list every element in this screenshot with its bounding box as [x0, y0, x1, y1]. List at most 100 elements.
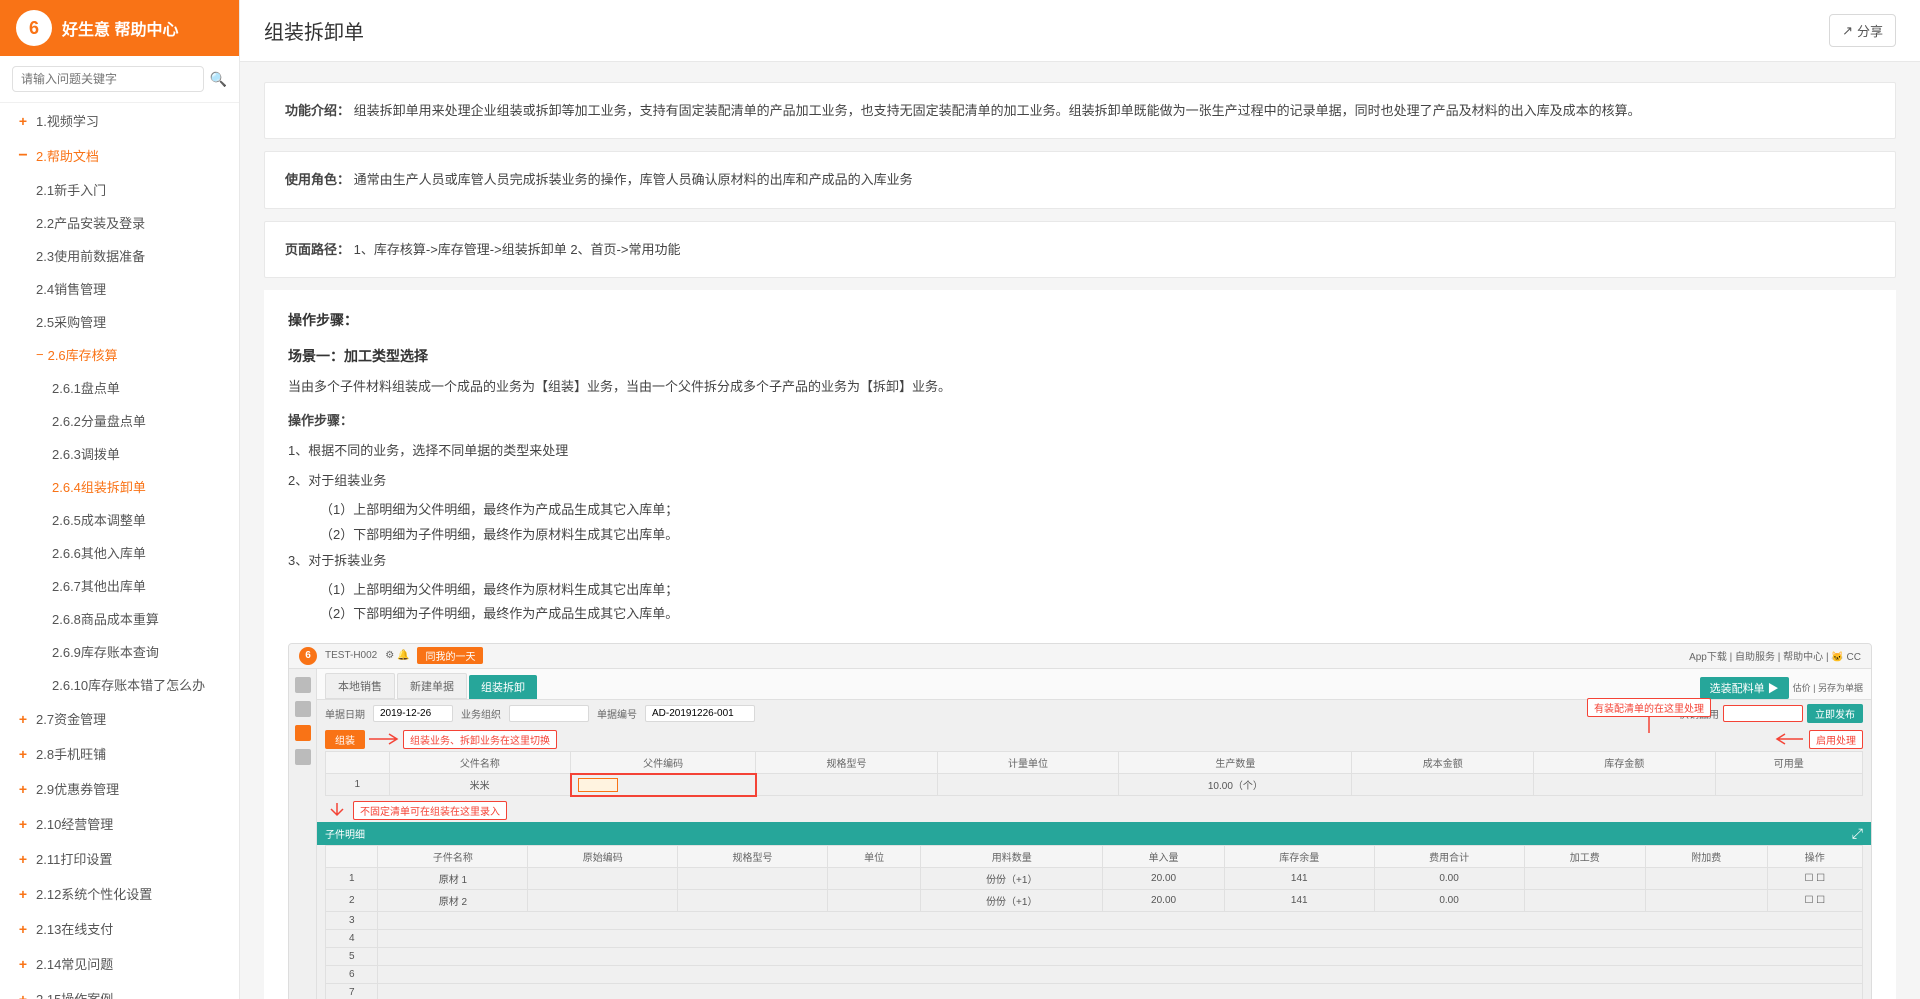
mock-input-org[interactable] — [509, 705, 589, 722]
mock-expand-icon: ⤢ — [1852, 825, 1863, 842]
mock-label-org: 业务组织 — [461, 706, 501, 721]
mock-ctd-empty6 — [378, 965, 1863, 983]
mock-child-row-1: 1 原材 1 份份（+1） 20.00 141 0.00 — [326, 867, 1863, 889]
sidebar-item-211[interactable]: + 2.11打印设置 — [0, 841, 239, 876]
mock-ctd-stockrem2: 141 — [1224, 889, 1374, 911]
sidebar-item-docs[interactable]: − 2.帮助文档 — [0, 138, 239, 173]
mock-child-table: 子件名称 原始编码 规格型号 单位 用料数量 单入量 库存余量 费用合计 加工费 — [325, 845, 1863, 999]
mock-child-label: 子件明细 — [325, 826, 365, 841]
mock-ctd-single2: 20.00 — [1103, 889, 1225, 911]
sidebar-item-264[interactable]: 2.6.4组装拆卸单 — [0, 470, 239, 503]
mock-th-0 — [326, 751, 390, 774]
func-intro-label: 功能介绍： — [285, 103, 350, 118]
arrow-svg-2 — [1775, 732, 1805, 746]
func-intro-text: 组装拆卸单用来处理企业组装或拆卸等加工业务，支持有固定装配清单的产品加工业务，也… — [354, 103, 1641, 118]
sidebar-item-28[interactable]: + 2.8手机旺铺 — [0, 736, 239, 771]
mock-ctd-useqty1: 份份（+1） — [921, 867, 1103, 889]
mock-code-highlight — [578, 778, 618, 792]
mock-ctd-idx5: 5 — [326, 947, 378, 965]
mock-topbar: 6 TEST-H002 ⚙ 🔔 同我的一天 App下载 | 自助服务 | 帮助中… — [289, 644, 1871, 669]
nav-section: + 1.视频学习 − 2.帮助文档 2.1新手入门 2.2产品安装及登录 2.3… — [0, 103, 239, 999]
sidebar-item-24[interactable]: 2.4销售管理 — [0, 272, 239, 305]
search-box[interactable]: 🔍 — [0, 56, 239, 103]
sidebar-item-268[interactable]: 2.6.8商品成本重算 — [0, 602, 239, 635]
plus-icon-214: + — [16, 957, 30, 971]
mock-ctd-idx3: 3 — [326, 911, 378, 929]
mock-child-table-wrap: 子件名称 原始编码 规格型号 单位 用料数量 单入量 库存余量 费用合计 加工费 — [317, 845, 1871, 999]
mock-ctd-stockrem1: 141 — [1224, 867, 1374, 889]
mock-cth-extra-fee: 附加费 — [1646, 845, 1768, 867]
sidebar-item-263[interactable]: 2.6.3调拨单 — [0, 437, 239, 470]
role-block: 使用角色： 通常由生产人员或库管人员完成拆装业务的操作，库管人员确认原材料的出库… — [264, 151, 1896, 208]
mock-parent-header-row: 父件名称 父件编码 规格型号 计量单位 生产数量 成本金额 库存金额 可用量 — [326, 751, 1863, 774]
mock-ctd-spec2 — [678, 889, 828, 911]
sidebar-item-2610[interactable]: 2.6.10库存账本错了怎么办 — [0, 668, 239, 701]
sidebar-item-269[interactable]: 2.6.9库存账本查询 — [0, 635, 239, 668]
sidebar-item-22[interactable]: 2.2产品安装及登录 — [0, 206, 239, 239]
mock-th-qty: 生产数量 — [1119, 751, 1352, 774]
mock-ctd-empty4 — [378, 929, 1863, 947]
sidebar-item-215[interactable]: + 2.15操作案例 — [0, 981, 239, 999]
mock-cth-proc-fee: 加工费 — [1524, 845, 1646, 867]
mock-ctd-name1: 原材 1 — [378, 867, 528, 889]
mock-topbar-icons: ⚙ 🔔 — [385, 650, 409, 661]
sidebar-item-210[interactable]: + 2.10经营管理 — [0, 806, 239, 841]
mock-child-tbody: 1 原材 1 份份（+1） 20.00 141 0.00 — [326, 867, 1863, 999]
mock-child-header: 子件明细 ⤢ — [317, 822, 1871, 845]
mock-th-unit: 计量单位 — [937, 751, 1119, 774]
mock-tabs: 本地销售 新建单据 组装拆卸 选装配料单 ▶ 估价 | 另存为单据 — [317, 669, 1871, 700]
mock-ctd-useqty2: 份份（+1） — [921, 889, 1103, 911]
sidebar-item-213[interactable]: + 2.13在线支付 — [0, 911, 239, 946]
share-button[interactable]: ↗ 分享 — [1829, 14, 1896, 47]
mock-supply-input[interactable] — [1723, 705, 1803, 722]
mock-child-row-4: 4 — [326, 929, 1863, 947]
sidebar-item-212[interactable]: + 2.12系统个性化设置 — [0, 876, 239, 911]
sidebar-item-26[interactable]: − 2.6库存核算 — [0, 338, 239, 371]
sidebar-item-21[interactable]: 2.1新手入门 — [0, 173, 239, 206]
mock-ctd-unit2 — [827, 889, 920, 911]
mock-input-date[interactable] — [373, 705, 453, 722]
sidebar-item-23[interactable]: 2.3使用前数据准备 — [0, 239, 239, 272]
mock-parent-tbody: 1 米米 10.00（个） — [326, 774, 1863, 796]
mock-ctd-op1: ☐ ☐ — [1767, 867, 1862, 889]
sidebar-item-262[interactable]: 2.6.2分量盘点单 — [0, 404, 239, 437]
func-intro-block: 功能介绍： 组装拆卸单用来处理企业组装或拆卸等加工业务，支持有固定装配清单的产品… — [264, 82, 1896, 139]
sidebar-item-261[interactable]: 2.6.1盘点单 — [0, 371, 239, 404]
mock-input-num[interactable] — [645, 705, 755, 722]
mock-ctd-code2 — [528, 889, 678, 911]
sidebar-item-214[interactable]: + 2.14常见问题 — [0, 946, 239, 981]
mock-td-avail — [1715, 774, 1862, 796]
sidebar-item-266[interactable]: 2.6.6其他入库单 — [0, 536, 239, 569]
search-input[interactable] — [12, 66, 204, 92]
main-header: 组装拆卸单 ↗ 分享 — [240, 0, 1920, 62]
mock-main-area: 本地销售 新建单据 组装拆卸 选装配料单 ▶ 估价 | 另存为单据 单据日期 — [289, 669, 1871, 999]
mock-child-thead: 子件名称 原始编码 规格型号 单位 用料数量 单入量 库存余量 费用合计 加工费 — [326, 845, 1863, 867]
mock-cth-op: 操作 — [1767, 845, 1862, 867]
mock-icon4 — [295, 749, 311, 765]
mock-icon1 — [295, 677, 311, 693]
mock-cth-spec: 规格型号 — [678, 845, 828, 867]
mock-cth-stock-rem: 库存余量 — [1224, 845, 1374, 867]
mock-icon2 — [295, 701, 311, 717]
sidebar-item-267[interactable]: 2.6.7其他出库单 — [0, 569, 239, 602]
mock-cth-use-qty: 用料数量 — [921, 845, 1103, 867]
sidebar-item-27[interactable]: + 2.7资金管理 — [0, 701, 239, 736]
mock-ctd-idx4: 4 — [326, 929, 378, 947]
role-label: 使用角色： — [285, 172, 350, 187]
step2-1: （1）上部明细为父件明细，最终作为产成品生成其它入库单； — [320, 498, 1872, 523]
mock-ctd-idx2: 2 — [326, 889, 378, 911]
step2-2: （2）下部明细为子件明细，最终作为原材料生成其它出库单。 — [320, 523, 1872, 548]
mock-tab-1: 本地销售 — [325, 673, 395, 699]
role-text: 通常由生产人员或库管人员完成拆装业务的操作，库管人员确认原材料的出库和产成品的入… — [354, 172, 913, 187]
sidebar-item-video[interactable]: + 1.视频学习 — [0, 103, 239, 138]
search-button[interactable]: 🔍 — [210, 71, 227, 88]
sidebar-item-29[interactable]: + 2.9优惠券管理 — [0, 771, 239, 806]
mock-ctd-empty5 — [378, 947, 1863, 965]
minus-icon: − — [16, 149, 30, 163]
sidebar-item-25[interactable]: 2.5采购管理 — [0, 305, 239, 338]
sidebar-item-265[interactable]: 2.6.5成本调整单 — [0, 503, 239, 536]
mock-child-row-6: 6 — [326, 965, 1863, 983]
content-area: 功能介绍： 组装拆卸单用来处理企业组装或拆卸等加工业务，支持有固定装配清单的产品… — [240, 62, 1920, 999]
mock-th-parent-name: 父件名称 — [389, 751, 571, 774]
mock-ctd-idx1: 1 — [326, 867, 378, 889]
